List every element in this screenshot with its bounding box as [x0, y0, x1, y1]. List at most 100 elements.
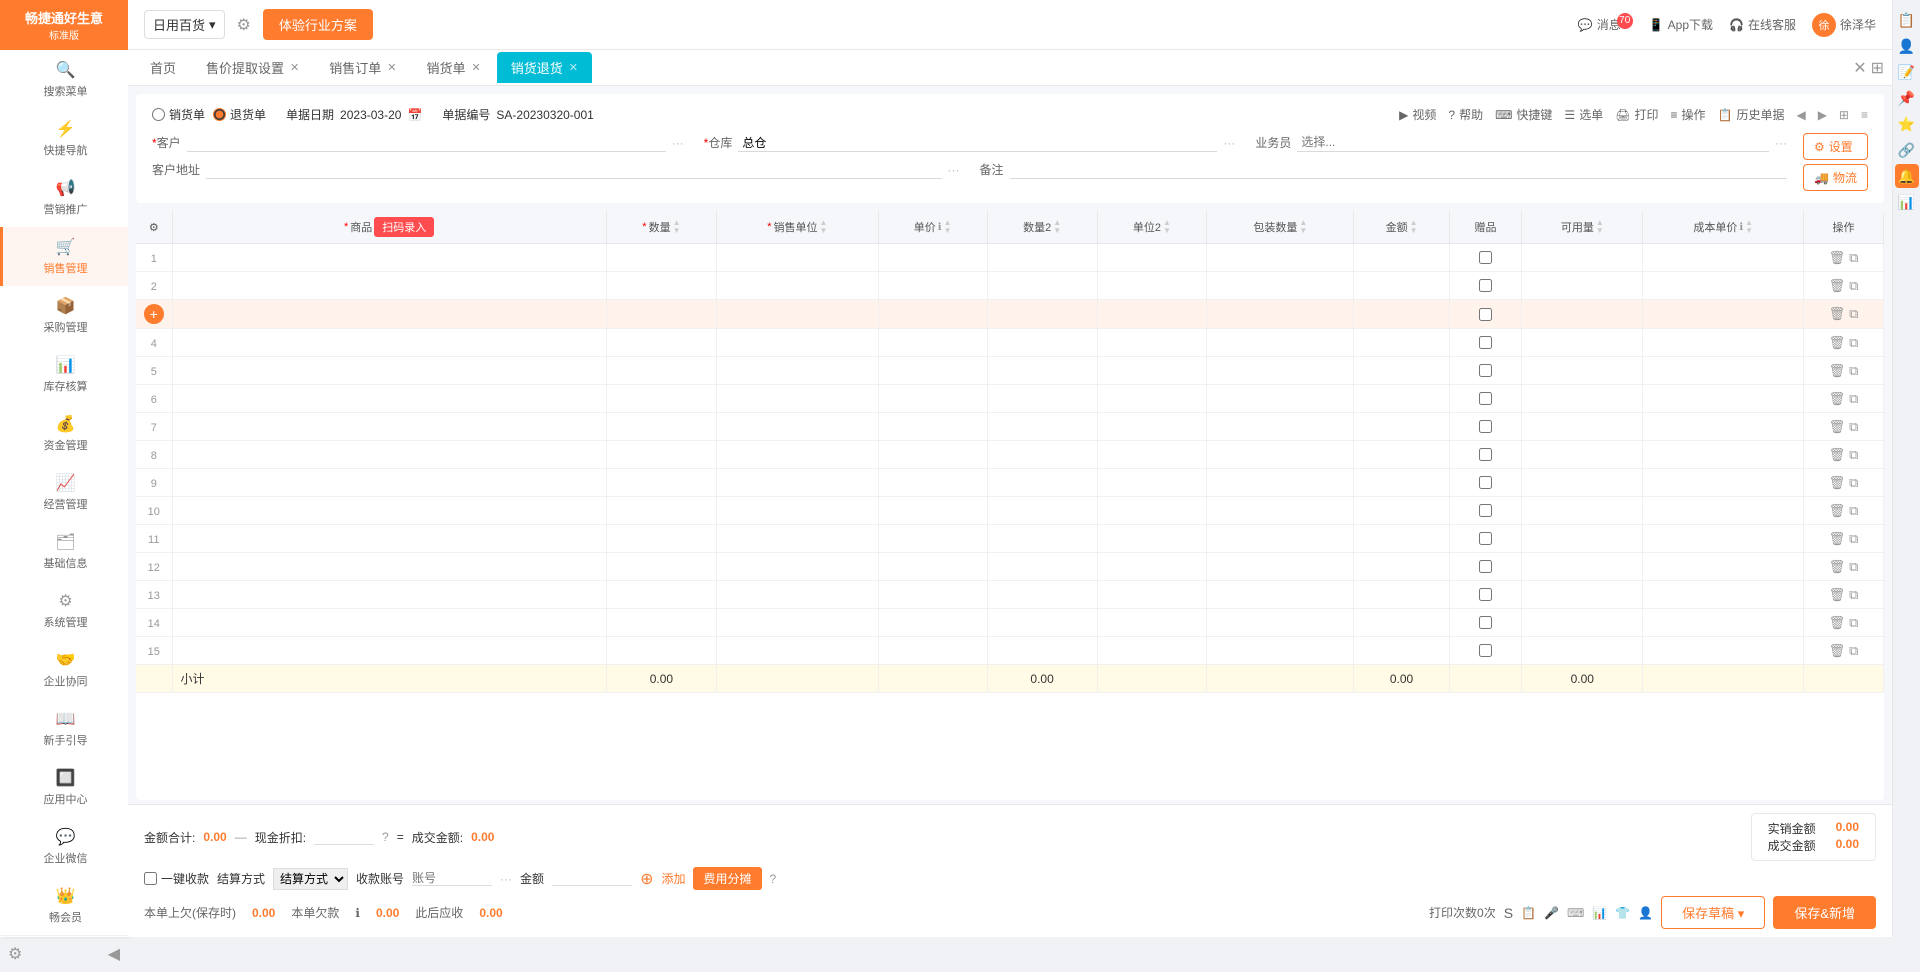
tab-sales-out[interactable]: 销货单 ✕ — [412, 52, 494, 83]
account-dots[interactable]: ··· — [500, 872, 512, 886]
tab-sales-return-close[interactable]: ✕ — [569, 61, 578, 74]
cost-price-tip-icon[interactable]: ℹ — [1739, 222, 1743, 233]
calendar-icon[interactable]: 📅 — [407, 108, 422, 122]
sidebar-item-base[interactable]: 🗂 基础信息 — [0, 522, 128, 581]
app-download-btn[interactable]: 📱 App下载 — [1649, 16, 1713, 33]
copy-row-icon[interactable]: ⧉ — [1849, 587, 1858, 603]
user-profile-btn[interactable]: 徐 徐泽华 — [1812, 13, 1876, 37]
cash-discount-input[interactable] — [314, 830, 374, 845]
payment-amount-input[interactable] — [552, 871, 632, 886]
copy-row-icon[interactable]: ⧉ — [1849, 306, 1858, 322]
delete-row-icon[interactable]: 🗑 — [1829, 559, 1846, 575]
unit-price-sort-icon[interactable]: ▲▼ — [944, 219, 952, 235]
draft-chevron-icon[interactable]: ▾ — [1738, 906, 1745, 921]
right-icon-note[interactable]: 📝 — [1895, 60, 1919, 84]
warehouse-dots[interactable]: ··· — [1223, 136, 1235, 150]
scan-btn[interactable]: 扫码录入 — [374, 217, 434, 237]
qty2-sort-icon[interactable]: ▲▼ — [1053, 219, 1061, 235]
view-grid-icon[interactable]: ⊞ — [1839, 108, 1849, 122]
copy-row-icon[interactable]: ⧉ — [1849, 363, 1858, 379]
unit-price-cell[interactable] — [878, 244, 987, 272]
delete-row-icon[interactable]: 🗑 — [1829, 419, 1846, 435]
save-draft-btn[interactable]: 保存草稿 ▾ — [1661, 896, 1765, 929]
tab-sales-out-close[interactable]: ✕ — [472, 61, 481, 74]
fee-split-btn[interactable]: 费用分摊 — [693, 867, 761, 890]
settings-gear-icon[interactable]: ⚙ — [237, 15, 251, 35]
cost-sort-icon[interactable]: ▲▼ — [1745, 219, 1753, 235]
product-input-active[interactable] — [177, 307, 602, 322]
right-icon-active[interactable]: 🔔 — [1895, 164, 1919, 188]
keyboard-icon[interactable]: ⌨ — [1567, 906, 1584, 920]
staff-input[interactable] — [1297, 133, 1769, 152]
qty-cell[interactable] — [606, 244, 716, 272]
tab-sales-order-close[interactable]: ✕ — [387, 61, 396, 74]
right-icon-clipboard[interactable]: 📋 — [1895, 8, 1919, 32]
delete-row-icon[interactable]: 🗑 — [1829, 531, 1846, 547]
copy-row-icon[interactable]: ⧉ — [1849, 250, 1858, 266]
delete-row-icon[interactable]: 🗑 — [1829, 643, 1846, 659]
right-icon-star[interactable]: ⭐ — [1895, 112, 1919, 136]
help-btn[interactable]: ? 帮助 — [1448, 106, 1483, 123]
copy-row-icon[interactable]: ⧉ — [1849, 475, 1858, 491]
copy-row-icon[interactable]: ⧉ — [1849, 531, 1858, 547]
customer-input[interactable] — [187, 133, 666, 152]
product-cell[interactable] — [172, 244, 606, 272]
shortcut-btn[interactable]: ⌨ 快捷键 — [1495, 106, 1552, 123]
sidebar-item-wechat[interactable]: 💬 企业微信 — [0, 817, 128, 876]
amount-sort-icon[interactable]: ▲▼ — [1410, 219, 1418, 235]
person-bottom-icon[interactable]: 👤 — [1638, 906, 1653, 920]
trial-btn[interactable]: 体验行业方案 — [263, 9, 373, 40]
help-tip-icon[interactable]: ? — [382, 830, 389, 844]
sidebar-collapse-icon[interactable]: ◀ — [108, 944, 120, 964]
sidebar-item-vip[interactable]: 👑 畅会员 — [0, 876, 128, 935]
sidebar-item-shortcut[interactable]: ⚡ 快捷导航 — [0, 109, 128, 168]
sidebar-item-guide[interactable]: 📖 新手引导 — [0, 699, 128, 758]
staff-dots[interactable]: ··· — [1775, 136, 1787, 150]
radio-sales-out[interactable]: 销货单 — [152, 106, 205, 123]
tab-home[interactable]: 首页 — [136, 52, 190, 83]
pkg-sort-icon[interactable]: ▲▼ — [1299, 219, 1307, 235]
radio-return[interactable]: 退货单 — [213, 106, 266, 123]
copy-row-icon[interactable]: ⧉ — [1849, 447, 1858, 463]
qty2-cell[interactable] — [987, 244, 1097, 272]
delete-row-icon[interactable]: 🗑 — [1829, 391, 1846, 407]
history-btn[interactable]: 📋 历史单据 — [1717, 106, 1784, 123]
warehouse-input[interactable] — [738, 133, 1217, 152]
operate-btn[interactable]: ≡ 操作 — [1670, 106, 1705, 123]
unit2-sort-icon[interactable]: ▲▼ — [1163, 219, 1171, 235]
expand-icon[interactable]: ⊞ — [1871, 58, 1884, 78]
unit2-cell[interactable] — [1097, 244, 1207, 272]
clipboard-bottom-icon[interactable]: 📋 — [1521, 906, 1536, 920]
right-icon-link[interactable]: 🔗 — [1895, 138, 1919, 162]
sidebar-item-search[interactable]: 🔍 搜索菜单 — [0, 50, 128, 109]
delete-row-icon[interactable]: 🗑 — [1829, 615, 1846, 631]
note-input[interactable] — [1010, 160, 1788, 179]
message-btn[interactable]: 💬 消息 70 — [1578, 16, 1633, 33]
tab-price-setting-close[interactable]: ✕ — [290, 61, 299, 74]
copy-row-icon[interactable]: ⧉ — [1849, 643, 1858, 659]
address-dots[interactable]: ··· — [948, 163, 960, 177]
prev-icon[interactable]: ◀ — [1796, 108, 1805, 122]
tab-sales-return[interactable]: 销货退货 ✕ — [497, 52, 592, 83]
right-icon-user[interactable]: 👤 — [1895, 34, 1919, 58]
tab-price-setting[interactable]: 售价提取设置 ✕ — [192, 52, 313, 83]
sidebar-item-purchase[interactable]: 📦 采购管理 — [0, 286, 128, 345]
delete-row-icon[interactable]: 🗑 — [1829, 250, 1846, 266]
next-icon[interactable]: ▶ — [1818, 108, 1827, 122]
sidebar-item-promo[interactable]: 📢 营销推广 — [0, 168, 128, 227]
shirt-icon[interactable]: 👕 — [1615, 906, 1630, 920]
copy-row-icon[interactable]: ⧉ — [1849, 391, 1858, 407]
one-click-pay-check[interactable]: 一键收款 — [144, 870, 209, 887]
gift-cell[interactable] — [1454, 251, 1517, 264]
qty-sort-icon[interactable]: ▲▼ — [673, 219, 681, 235]
add-row-btn[interactable]: + — [144, 304, 164, 324]
view-list-icon[interactable]: ≡ — [1861, 108, 1868, 122]
add-payment-label[interactable]: 添加 — [661, 870, 685, 887]
delete-row-icon[interactable]: 🗑 — [1829, 503, 1846, 519]
sidebar-item-corp[interactable]: 🤝 企业协同 — [0, 640, 128, 699]
add-payment-icon[interactable]: ⊕ — [640, 869, 653, 889]
cost-price-cell[interactable] — [1643, 244, 1804, 272]
sidebar-item-system[interactable]: ⚙ 系统管理 — [0, 581, 128, 640]
sidebar-item-finance[interactable]: 💰 资金管理 — [0, 404, 128, 463]
copy-row-icon[interactable]: ⧉ — [1849, 278, 1858, 294]
